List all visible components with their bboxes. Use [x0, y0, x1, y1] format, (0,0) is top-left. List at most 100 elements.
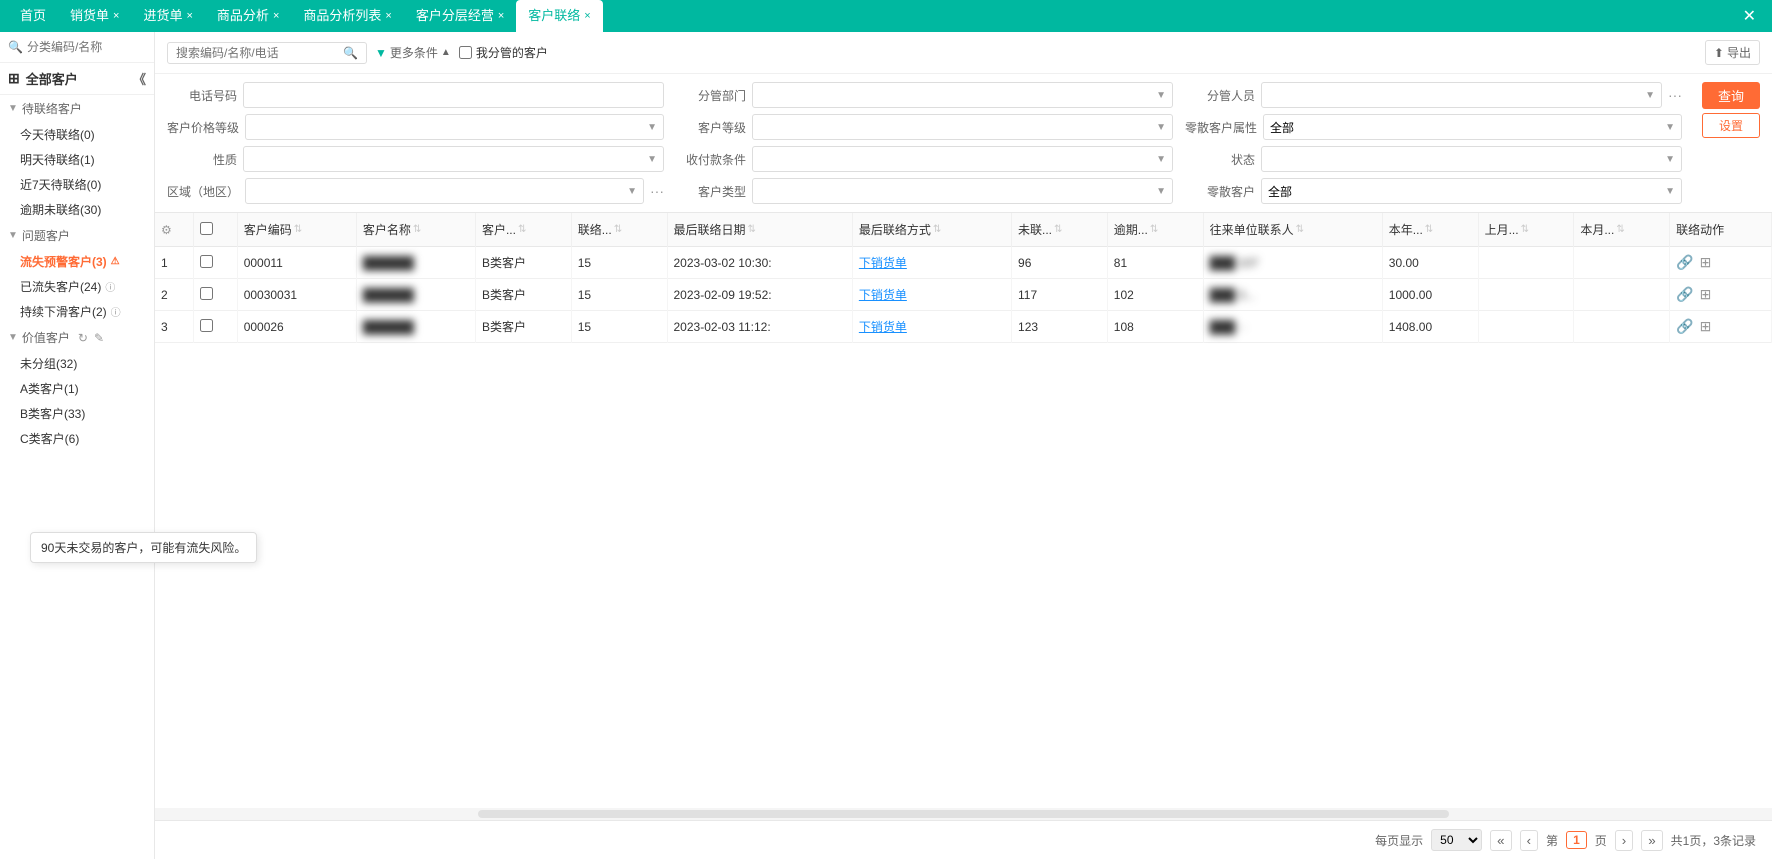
tab-purchase-order[interactable]: 进货单 ×	[131, 0, 204, 32]
tab-customer-layer[interactable]: 客户分层经营 ×	[404, 0, 516, 32]
tab-sales-order[interactable]: 销货单 ×	[58, 0, 131, 32]
refresh-icon-value[interactable]: ↻	[78, 331, 88, 345]
action-link-icon-2[interactable]: 🔗	[1676, 318, 1693, 335]
sort-type-icon[interactable]: ⇅	[518, 224, 526, 235]
last-page-btn[interactable]: »	[1641, 830, 1662, 851]
sort-contact2-icon[interactable]: ⇅	[1296, 224, 1304, 235]
sort-overdue-icon[interactable]: ⇅	[1150, 224, 1158, 235]
sidebar-search-input[interactable]	[27, 40, 146, 54]
sidebar-item-a-class[interactable]: A类客户(1)	[0, 376, 154, 401]
sidebar-item-churned[interactable]: 已流失客户(24) ⓘ	[0, 274, 154, 299]
td-cb-0[interactable]	[194, 247, 237, 279]
sidebar-section-pending[interactable]: ▼ 待联络客户	[0, 95, 154, 122]
window-close-button[interactable]: ✕	[1735, 6, 1764, 26]
sort-this-month-icon[interactable]: ⇅	[1616, 224, 1624, 235]
page-suffix: 页	[1595, 832, 1607, 849]
filter-select-price-grade[interactable]: ▼	[245, 114, 664, 140]
sidebar-item-7days[interactable]: 近7天待联络(0)	[0, 172, 154, 197]
sort-contact-icon[interactable]: ⇅	[614, 224, 622, 235]
horizontal-scrollbar[interactable]	[155, 808, 1772, 820]
filter-select-person[interactable]: ▼	[1261, 82, 1662, 108]
row-checkbox-0[interactable]	[200, 255, 213, 268]
th-checkbox[interactable]	[194, 213, 237, 247]
close-tab-customer-contact[interactable]: ×	[584, 0, 590, 32]
action-link-icon-0[interactable]: 🔗	[1676, 254, 1693, 271]
filter-row-3: 性质 ▼ 收付款条件 ▼	[167, 146, 1694, 172]
customer-table: ⚙ 客户编码⇅ 客户名称⇅ 客户...⇅ 联络...⇅ 最后联络日期⇅ 最后联络…	[155, 213, 1772, 343]
row-checkbox-2[interactable]	[200, 319, 213, 332]
prev-page-btn[interactable]: ‹	[1520, 830, 1538, 851]
action-grid-icon-0[interactable]: ⊞	[1700, 254, 1712, 271]
sort-this-year-icon[interactable]: ⇅	[1425, 224, 1433, 235]
close-tab-product-list[interactable]: ×	[385, 0, 391, 32]
tab-product-analysis[interactable]: 商品分析 ×	[205, 0, 291, 32]
ellipsis-btn-region[interactable]: ···	[650, 183, 664, 199]
sidebar-item-declining[interactable]: 持续下滑客户(2) ⓘ	[0, 299, 154, 324]
ellipsis-btn-person[interactable]: ···	[1668, 87, 1682, 103]
action-grid-icon-1[interactable]: ⊞	[1700, 286, 1712, 303]
th-type: 客户...⇅	[475, 213, 571, 247]
close-tab-customer-layer[interactable]: ×	[498, 0, 504, 32]
settings-button[interactable]: 设置	[1702, 113, 1760, 138]
per-page-select[interactable]: 50 100	[1431, 829, 1482, 851]
td-cb-2[interactable]	[194, 311, 237, 343]
td-name-2: ██████	[356, 311, 475, 343]
th-settings[interactable]: ⚙	[155, 213, 194, 247]
row-checkbox-1[interactable]	[200, 287, 213, 300]
sidebar-section-problem[interactable]: ▼ 问题客户	[0, 222, 154, 249]
tab-home[interactable]: 首页	[8, 0, 58, 32]
td-last-method-0[interactable]: 下销货单	[852, 247, 1011, 279]
main-search-input[interactable]	[176, 46, 343, 60]
filter-select-nature[interactable]: ▼	[243, 146, 664, 172]
my-customers-checkbox-wrap[interactable]: 我分管的客户	[459, 44, 548, 61]
next-page-btn[interactable]: ›	[1615, 830, 1633, 851]
sidebar-section-value[interactable]: ▼ 价值客户 ↻ ✎	[0, 324, 154, 351]
tab-product-list[interactable]: 商品分析列表 ×	[291, 0, 403, 32]
sidebar-item-tomorrow[interactable]: 明天待联络(1)	[0, 147, 154, 172]
sort-last-date-icon[interactable]: ⇅	[748, 224, 756, 235]
action-grid-icon-2[interactable]: ⊞	[1700, 318, 1712, 335]
filter-select-dept[interactable]: ▼	[752, 82, 1173, 108]
export-btn[interactable]: ⬆ 导出	[1705, 40, 1760, 65]
td-type-2: B类客户	[475, 311, 571, 343]
td-cb-1[interactable]	[194, 279, 237, 311]
sort-name-icon[interactable]: ⇅	[413, 224, 421, 235]
my-customers-checkbox[interactable]	[459, 46, 472, 59]
td-last-method-2[interactable]: 下销货单	[852, 311, 1011, 343]
filter-label-ctype: 客户类型	[676, 183, 746, 200]
more-conditions-btn[interactable]: ▼ 更多条件 ▲	[375, 44, 451, 61]
td-last-method-1[interactable]: 下销货单	[852, 279, 1011, 311]
tab-customer-contact[interactable]: 客户联络 ×	[516, 0, 602, 32]
sidebar-item-c-class[interactable]: C类客户(6)	[0, 426, 154, 451]
first-page-btn[interactable]: «	[1490, 830, 1511, 851]
main-search-icon[interactable]: 🔍	[343, 46, 358, 60]
query-button[interactable]: 查询	[1702, 82, 1760, 109]
action-link-icon-1[interactable]: 🔗	[1676, 286, 1693, 303]
sidebar-item-b-class[interactable]: B类客户(33)	[0, 401, 154, 426]
filter-input-phone[interactable]	[243, 82, 664, 108]
content-area: 🔍 ▼ 更多条件 ▲ 我分管的客户 ⬆ 导出	[155, 32, 1772, 859]
close-tab-purchase-order[interactable]: ×	[186, 0, 192, 32]
sidebar-item-ungrouped[interactable]: 未分组(32)	[0, 351, 154, 376]
chevron-down-icon-pg: ▼	[647, 122, 657, 133]
sort-unlink-icon[interactable]: ⇅	[1054, 224, 1062, 235]
filter-select-status[interactable]: ▼	[1261, 146, 1682, 172]
sort-last-month-icon[interactable]: ⇅	[1521, 224, 1529, 235]
collapse-sidebar-icon[interactable]: 《	[133, 69, 146, 88]
sidebar-item-today[interactable]: 今天待联络(0)	[0, 122, 154, 147]
filter-select-grade[interactable]: ▼	[752, 114, 1173, 140]
sort-code-icon[interactable]: ⇅	[294, 224, 302, 235]
filter-select-scatter2[interactable]: 全部 ▼	[1261, 178, 1682, 204]
select-all-checkbox[interactable]	[200, 222, 213, 235]
sidebar-item-churn-warning[interactable]: 流失预警客户(3) ⚠	[0, 249, 154, 274]
filter-select-payment[interactable]: ▼	[752, 146, 1173, 172]
filter-select-region[interactable]: ▼	[245, 178, 644, 204]
close-tab-sales-order[interactable]: ×	[113, 0, 119, 32]
info-icon-declining: ⓘ	[111, 304, 121, 319]
sidebar-item-overdue[interactable]: 逾期未联络(30)	[0, 197, 154, 222]
filter-select-ctype[interactable]: ▼	[752, 178, 1173, 204]
close-tab-product-analysis[interactable]: ×	[273, 0, 279, 32]
edit-icon-value[interactable]: ✎	[94, 331, 104, 345]
filter-select-scatter[interactable]: 全部 ▼	[1263, 114, 1682, 140]
sort-last-method-icon[interactable]: ⇅	[933, 224, 941, 235]
